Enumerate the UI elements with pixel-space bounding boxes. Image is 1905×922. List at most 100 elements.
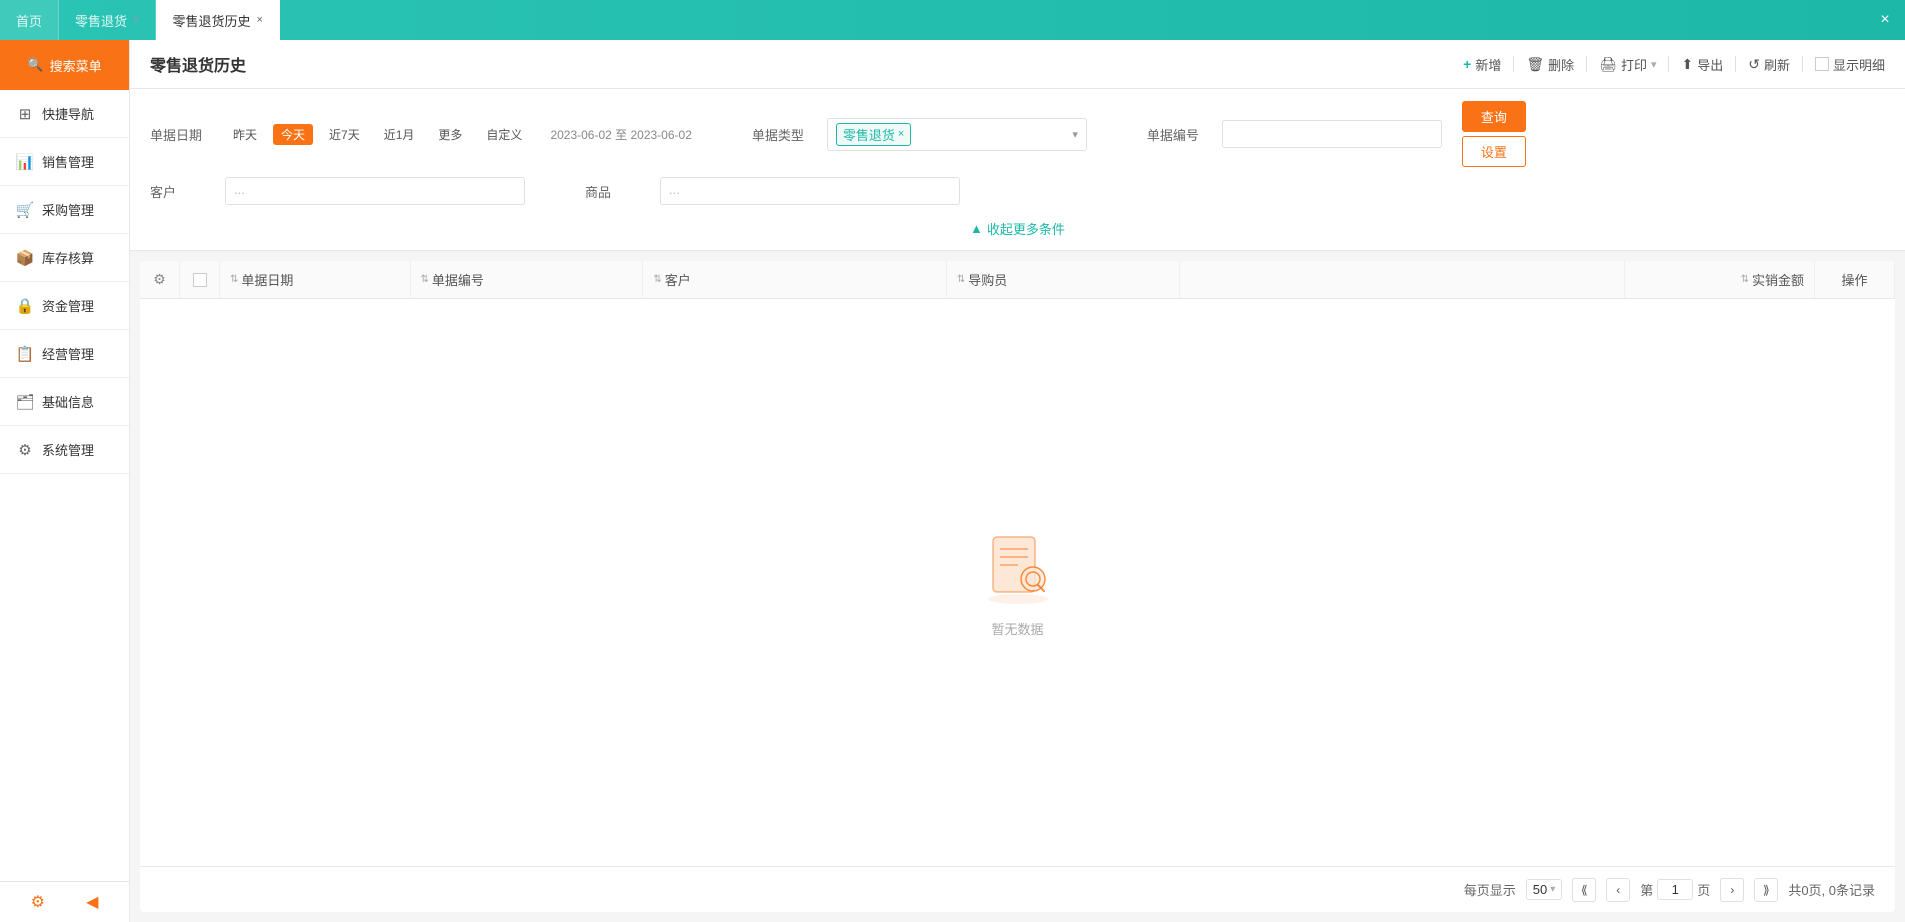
goods-input[interactable]: ... — [660, 177, 960, 205]
doc-type-select[interactable]: 零售退货 × ▾ — [827, 118, 1087, 151]
retail-return-tab-close[interactable]: × — [133, 14, 139, 26]
total-info: 共0页, 0条记录 — [1788, 880, 1875, 899]
tabs-area: 首页 零售退货 × 零售退货历史 × — [0, 0, 1865, 40]
empty-state-icon — [978, 527, 1058, 607]
collapse-sidebar-btn[interactable]: ◀ — [86, 892, 98, 912]
page-size-select[interactable]: 50 ▾ — [1526, 879, 1563, 900]
query-button[interactable]: 查询 — [1462, 101, 1526, 132]
divider-2 — [1586, 56, 1587, 72]
date-btn-last7[interactable]: 近7天 — [321, 124, 368, 145]
customer-filter-label: 客户 — [150, 182, 205, 201]
delete-button[interactable]: 🗑 删除 — [1526, 55, 1574, 74]
sidebar-search-label: 搜索菜单 — [50, 56, 102, 75]
sidebar-item-label: 快捷导航 — [42, 104, 94, 123]
sidebar: 🔍 搜索菜单 ⊞ 快捷导航 📊 销售管理 🛒 采购管理 📦 库存核算 🔒 资金管… — [0, 40, 130, 922]
date-btn-custom[interactable]: 自定义 — [478, 124, 530, 145]
docno-sort-icon[interactable]: ⇅ — [421, 274, 429, 285]
date-btn-more[interactable]: 更多 — [430, 124, 470, 145]
select-all-checkbox[interactable] — [193, 273, 207, 287]
divider-3 — [1668, 56, 1669, 72]
page-header: 零售退货历史 + 新增 🗑 删除 🖨 打印 ▾ — [130, 40, 1905, 89]
add-label: 新增 — [1475, 55, 1501, 74]
settings-bottom-btn[interactable]: ⚙ — [31, 892, 45, 912]
date-btn-today[interactable]: 今天 — [273, 124, 313, 145]
collapse-label: 收起更多条件 — [987, 219, 1065, 238]
search-icon: 🔍 — [27, 57, 43, 73]
guide-sort-icon[interactable]: ⇅ — [957, 274, 965, 285]
add-button[interactable]: + 新增 — [1463, 55, 1501, 74]
query-settings-group: 查询 设置 — [1462, 101, 1526, 167]
sidebar-item-finance[interactable]: 🔒 资金管理 — [0, 282, 129, 330]
sidebar-item-inventory[interactable]: 📦 库存核算 — [0, 234, 129, 282]
pagination: 每页显示 50 ▾ ⟪ ‹ 第 页 › ⟫ 共0页, 0条记录 — [140, 866, 1895, 912]
refresh-label: 刷新 — [1764, 55, 1790, 74]
export-button[interactable]: ⬆ 导出 — [1681, 55, 1723, 74]
export-icon: ⬆ — [1681, 56, 1693, 73]
th-action: 操作 — [1815, 261, 1895, 298]
retail-return-history-tab-close[interactable]: × — [256, 14, 262, 26]
th-docno-label: 单据编号 — [432, 270, 484, 289]
sidebar-item-basic-info[interactable]: 🗂 基础信息 — [0, 378, 129, 426]
th-amount: ⇅ 实销金额 — [1625, 261, 1816, 298]
sales-icon: 📊 — [16, 153, 34, 171]
doc-type-chevron: ▾ — [1072, 128, 1078, 141]
th-docno: ⇅ 单据编号 — [411, 261, 644, 298]
sidebar-item-label: 销售管理 — [42, 152, 94, 171]
doc-no-label: 单据编号 — [1147, 125, 1202, 144]
tab-retail-return-history[interactable]: 零售退货历史 × — [156, 0, 279, 40]
date-btn-yesterday[interactable]: 昨天 — [225, 124, 265, 145]
main-layout: 🔍 搜索菜单 ⊞ 快捷导航 📊 销售管理 🛒 采购管理 📦 库存核算 🔒 资金管… — [0, 40, 1905, 922]
sidebar-item-label: 库存核算 — [42, 248, 94, 267]
finance-icon: 🔒 — [16, 297, 34, 315]
sidebar-search[interactable]: 🔍 搜索菜单 — [0, 40, 129, 90]
filter-area: 单据日期 昨天 今天 近7天 近1月 更多 自定义 2023-06-02 至 2… — [130, 89, 1905, 251]
tab-home[interactable]: 首页 — [0, 0, 59, 40]
sidebar-item-sales-mgmt[interactable]: 📊 销售管理 — [0, 138, 129, 186]
delete-label: 删除 — [1548, 55, 1574, 74]
export-label: 导出 — [1697, 55, 1723, 74]
sidebar-item-purchase-mgmt[interactable]: 🛒 采购管理 — [0, 186, 129, 234]
empty-state: 暂无数据 — [978, 527, 1058, 638]
page-title: 零售退货历史 — [150, 52, 246, 76]
doc-type-label: 单据类型 — [752, 125, 807, 144]
sidebar-item-sys-mgmt[interactable]: ⚙ 系统管理 — [0, 426, 129, 474]
settings-icon: ⚙ — [153, 271, 166, 288]
page-chapter-label: 第 — [1640, 880, 1653, 899]
doc-type-tag-remove[interactable]: × — [898, 128, 904, 140]
sidebar-bottom: ⚙ ◀ — [0, 881, 129, 922]
th-settings[interactable]: ⚙ — [140, 261, 180, 298]
divider-1 — [1513, 56, 1514, 72]
date-sort-icon[interactable]: ⇅ — [230, 274, 238, 285]
page-number-input[interactable] — [1657, 879, 1693, 900]
date-btn-last-month[interactable]: 近1月 — [376, 124, 423, 145]
amount-sort-icon[interactable]: ⇅ — [1741, 274, 1749, 285]
refresh-icon: ↺ — [1748, 56, 1760, 73]
first-page-btn[interactable]: ⟪ — [1572, 878, 1596, 902]
print-label: 打印 — [1621, 55, 1647, 74]
th-check[interactable] — [180, 261, 220, 298]
show-detail-checkbox[interactable] — [1815, 57, 1829, 71]
th-date-label: 单据日期 — [241, 270, 293, 289]
table-body: 暂无数据 — [140, 299, 1895, 866]
sidebar-item-label: 基础信息 — [42, 392, 94, 411]
sidebar-item-operations[interactable]: 📋 经营管理 — [0, 330, 129, 378]
refresh-button[interactable]: ↺ 刷新 — [1748, 55, 1790, 74]
settings-button[interactable]: 设置 — [1462, 136, 1526, 167]
collapse-btn[interactable]: ▲ 收起更多条件 — [970, 219, 1065, 238]
print-button[interactable]: 🖨 打印 ▾ — [1599, 55, 1656, 74]
last-page-btn[interactable]: ⟫ — [1754, 878, 1778, 902]
table-header: ⚙ ⇅ 单据日期 ⇅ 单据编号 ⇅ 客户 ⇅ — [140, 261, 1895, 299]
sidebar-item-label: 采购管理 — [42, 200, 94, 219]
show-detail-toggle[interactable]: 显示明细 — [1815, 55, 1885, 74]
retail-return-history-tab-label: 零售退货历史 — [172, 11, 250, 30]
customer-sort-icon[interactable]: ⇅ — [653, 274, 661, 285]
prev-page-btn[interactable]: ‹ — [1606, 878, 1630, 902]
divider-4 — [1735, 56, 1736, 72]
tab-retail-return[interactable]: 零售退货 × — [59, 0, 156, 40]
sidebar-item-quick-nav[interactable]: ⊞ 快捷导航 — [0, 90, 129, 138]
doc-no-input[interactable] — [1222, 120, 1442, 148]
customer-input[interactable]: ... — [225, 177, 525, 205]
content-area: 零售退货历史 + 新增 🗑 删除 🖨 打印 ▾ — [130, 40, 1905, 922]
window-close-button[interactable]: × — [1865, 0, 1905, 40]
next-page-btn[interactable]: › — [1720, 878, 1744, 902]
